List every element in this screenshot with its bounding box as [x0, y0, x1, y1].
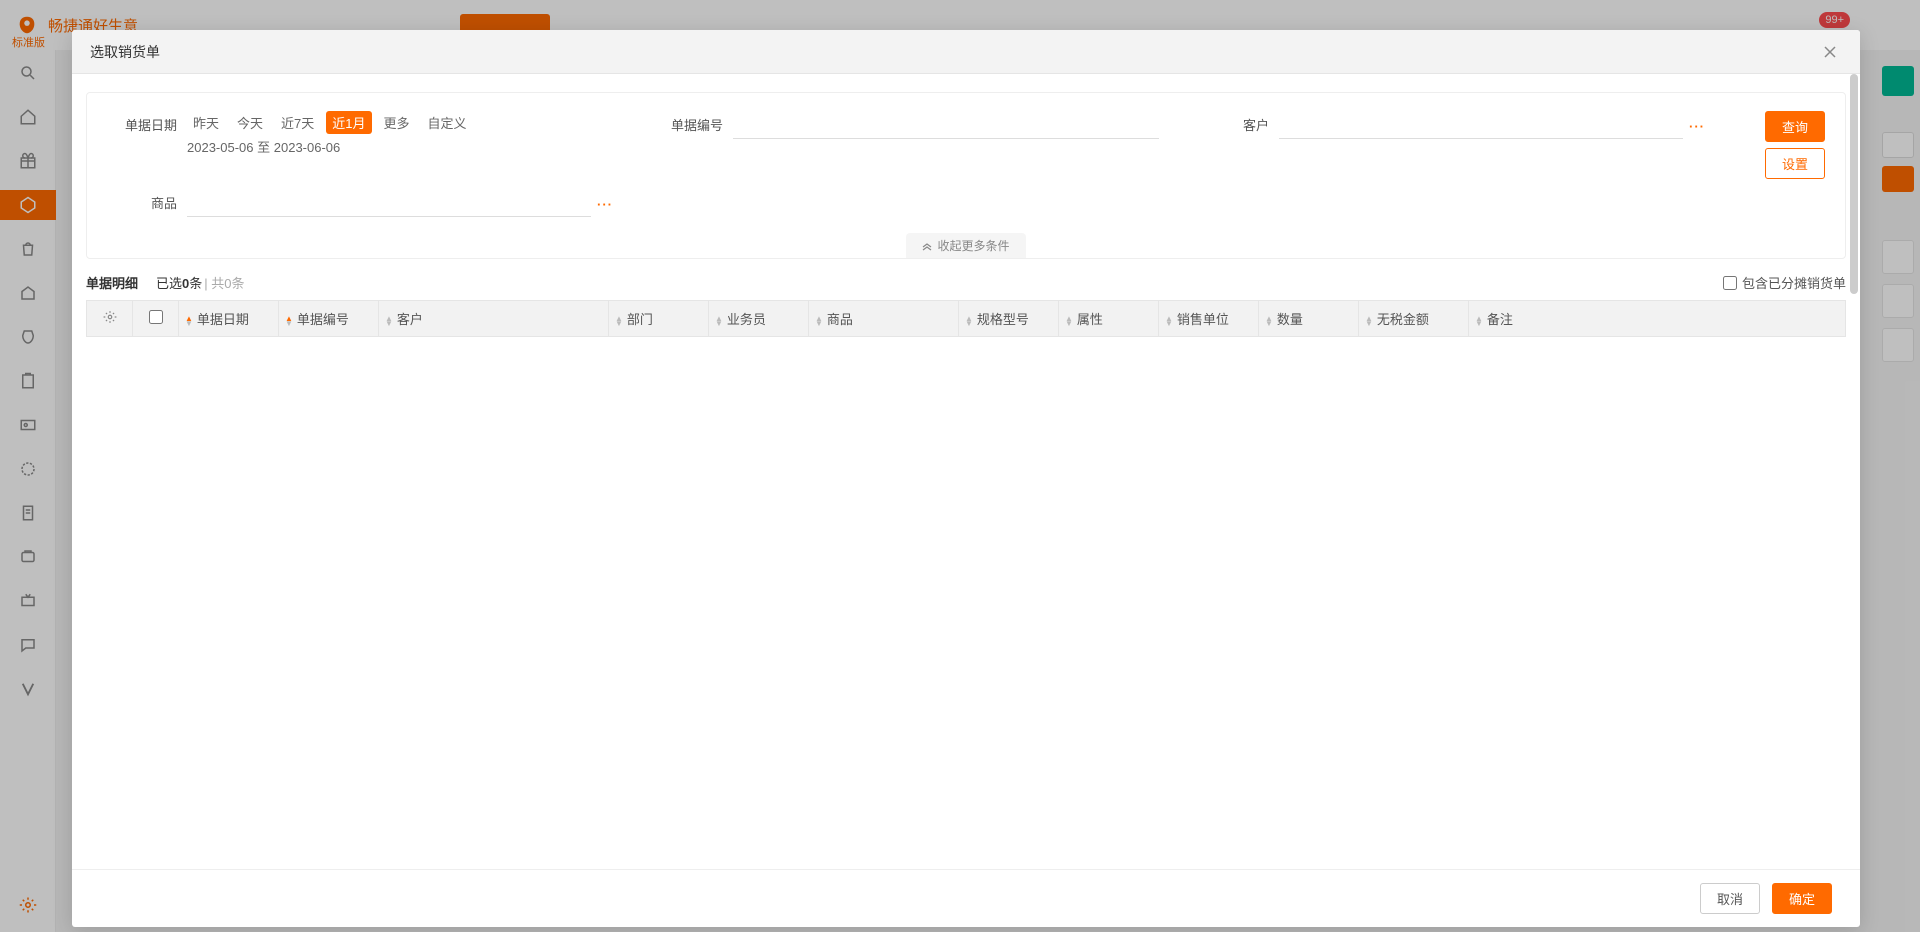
select-all-checkbox[interactable]: [149, 310, 163, 324]
col-settings[interactable]: [87, 301, 133, 337]
include-allocated-label: 包含已分摊销货单: [1742, 273, 1846, 292]
col-product[interactable]: ▲▼商品: [809, 301, 959, 337]
detail-total: | 共0条: [204, 273, 244, 292]
horizontal-scrollbar[interactable]: [86, 855, 1846, 869]
date-quick-custom[interactable]: 自定义: [422, 111, 473, 134]
select-sales-order-modal: 选取销货单 单据日期 昨天 今天 近7天 近1月 更多: [72, 30, 1860, 927]
date-quick-today[interactable]: 今天: [231, 111, 269, 134]
col-date[interactable]: ▲▼单据日期: [179, 301, 279, 337]
detail-title: 单据明细: [86, 273, 138, 292]
col-docno[interactable]: ▲▼单据编号: [279, 301, 379, 337]
date-quick-picker: 昨天 今天 近7天 近1月 更多 自定义: [187, 111, 613, 134]
cancel-button[interactable]: 取消: [1700, 883, 1760, 914]
date-quick-more[interactable]: 更多: [378, 111, 416, 134]
customer-input[interactable]: [1279, 113, 1683, 139]
collapse-conditions-button[interactable]: 收起更多条件: [906, 233, 1025, 258]
search-button[interactable]: 查询: [1765, 111, 1825, 142]
docno-input[interactable]: [733, 113, 1159, 139]
chevron-up-double-icon: [922, 241, 932, 251]
date-to: 2023-06-06: [274, 140, 341, 155]
gear-icon: [103, 310, 117, 324]
detail-table: ▲▼单据日期 ▲▼单据编号 ▲▼客户 ▲▼部门 ▲▼业务员 ▲▼商品 ▲▼规格型…: [86, 300, 1846, 337]
filter-customer: 客户 ···: [1199, 111, 1705, 141]
product-more-icon[interactable]: ···: [597, 197, 613, 212]
filter-docno-label: 单据编号: [653, 111, 723, 134]
date-quick-7d[interactable]: 近7天: [275, 111, 320, 134]
modal-title: 选取销货单: [90, 42, 160, 62]
filter-date: 单据日期 昨天 今天 近7天 近1月 更多 自定义 2023-05-06 至: [107, 111, 613, 156]
collapse-bar: 收起更多条件: [107, 233, 1825, 258]
date-from: 2023-05-06: [187, 140, 254, 155]
filter-actions: 查询 设置: [1745, 111, 1825, 179]
col-spec[interactable]: ▲▼规格型号: [959, 301, 1059, 337]
table-wrap: ▲▼单据日期 ▲▼单据编号 ▲▼客户 ▲▼部门 ▲▼业务员 ▲▼商品 ▲▼规格型…: [86, 300, 1846, 855]
col-unit[interactable]: ▲▼销售单位: [1159, 301, 1259, 337]
filter-docno: 单据编号: [653, 111, 1159, 141]
col-attr[interactable]: ▲▼属性: [1059, 301, 1159, 337]
detail-bar: 单据明细 已选0条 | 共0条 包含已分摊销货单: [86, 273, 1846, 292]
col-remark[interactable]: ▲▼备注: [1469, 301, 1846, 337]
date-sep: 至: [257, 140, 270, 155]
table-header-row: ▲▼单据日期 ▲▼单据编号 ▲▼客户 ▲▼部门 ▲▼业务员 ▲▼商品 ▲▼规格型…: [87, 301, 1846, 337]
col-qty[interactable]: ▲▼数量: [1259, 301, 1359, 337]
col-customer[interactable]: ▲▼客户: [379, 301, 609, 337]
filter-customer-label: 客户: [1199, 111, 1269, 134]
filter-date-label: 单据日期: [107, 111, 177, 134]
collapse-label: 收起更多条件: [937, 237, 1009, 254]
detail-selected: 已选0条: [156, 273, 202, 292]
modal-footer: 取消 确定: [72, 869, 1860, 927]
filter-panel: 单据日期 昨天 今天 近7天 近1月 更多 自定义 2023-05-06 至: [86, 92, 1846, 259]
col-amount[interactable]: ▲▼无税金额: [1359, 301, 1469, 337]
modal-header: 选取销货单: [72, 30, 1860, 74]
col-select-all[interactable]: [133, 301, 179, 337]
date-quick-yesterday[interactable]: 昨天: [187, 111, 225, 134]
col-sales[interactable]: ▲▼业务员: [709, 301, 809, 337]
include-allocated-input[interactable]: [1723, 276, 1737, 290]
product-input[interactable]: [187, 191, 591, 217]
customer-more-icon[interactable]: ···: [1689, 119, 1705, 134]
modal-body: 单据日期 昨天 今天 近7天 近1月 更多 自定义 2023-05-06 至: [72, 74, 1860, 869]
include-allocated-checkbox[interactable]: 包含已分摊销货单: [1723, 273, 1846, 292]
close-button[interactable]: [1818, 40, 1842, 64]
filter-product-label: 商品: [107, 189, 177, 212]
filter-product: 商品 ···: [107, 189, 613, 219]
confirm-button[interactable]: 确定: [1772, 883, 1832, 914]
vertical-scrollbar[interactable]: [1850, 74, 1858, 869]
settings-button[interactable]: 设置: [1765, 148, 1825, 179]
date-quick-1m[interactable]: 近1月: [326, 111, 371, 134]
date-range-display: 2023-05-06 至 2023-06-06: [187, 137, 613, 156]
col-dept[interactable]: ▲▼部门: [609, 301, 709, 337]
